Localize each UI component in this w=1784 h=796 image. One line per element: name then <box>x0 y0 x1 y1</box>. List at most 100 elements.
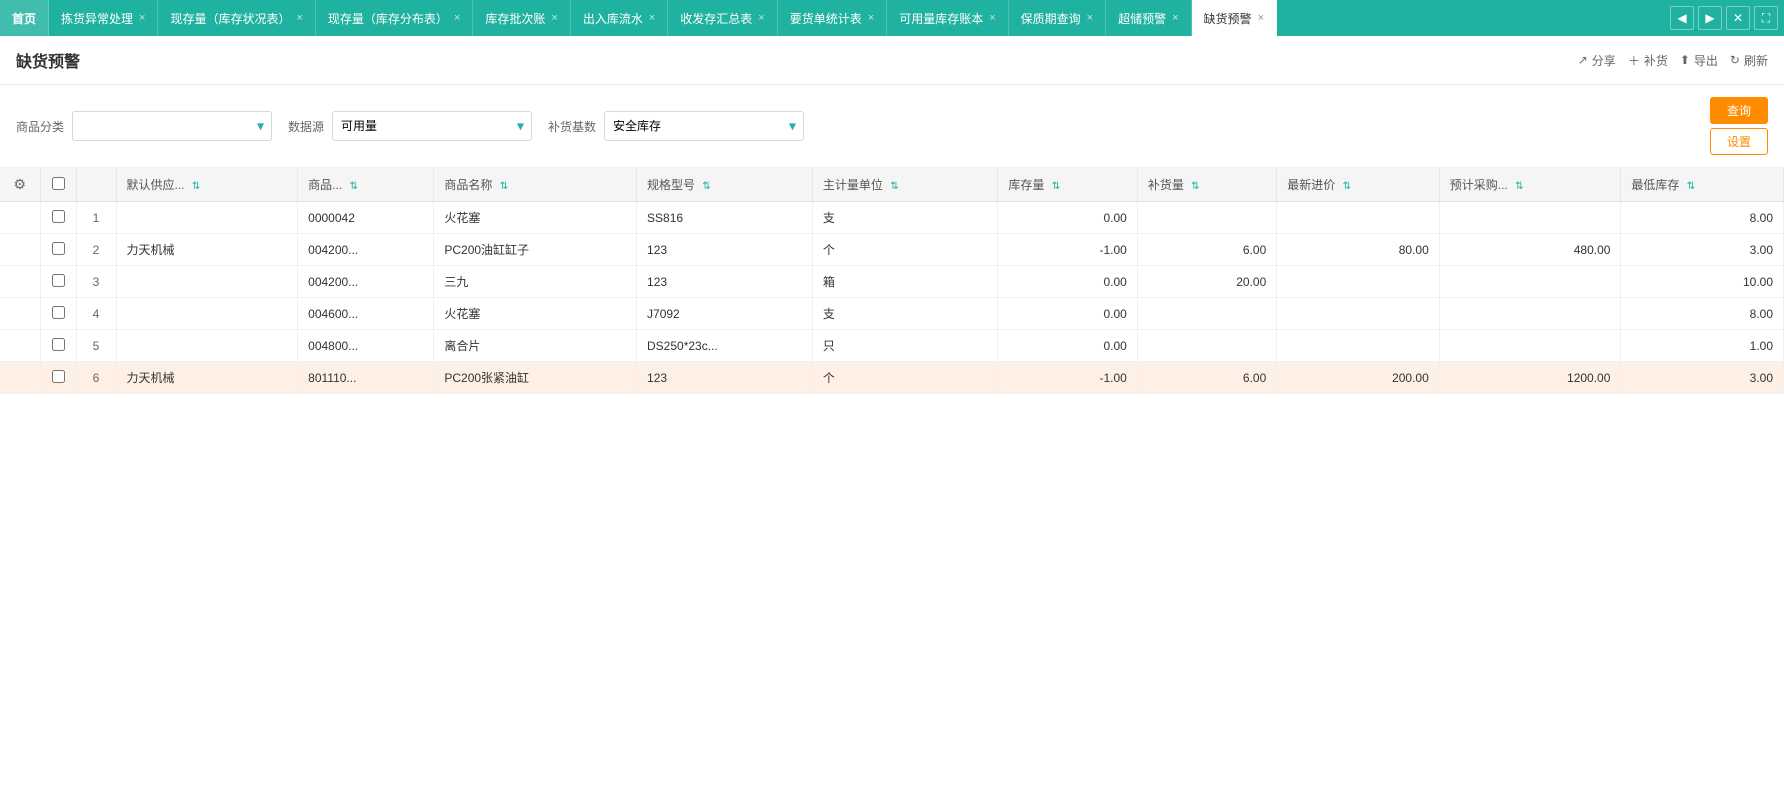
row-estimated-purchase <box>1439 330 1621 362</box>
col-min-stock-header[interactable]: 最低库存 ⇅ <box>1621 168 1784 202</box>
close-stock-status-tab[interactable]: × <box>296 12 302 24</box>
row-replenish-qty <box>1137 202 1276 234</box>
row-checkbox[interactable] <box>52 210 65 223</box>
datasource-select-wrapper: 可用量 <box>332 111 532 141</box>
select-all-checkbox[interactable] <box>52 177 65 190</box>
col-supplier-header[interactable]: 默认供应... ⇅ <box>116 168 298 202</box>
row-stock-qty: 0.00 <box>998 266 1137 298</box>
tab-overstock[interactable]: 超储预警 × <box>1106 0 1191 36</box>
close-in-out-flow-tab[interactable]: × <box>649 12 655 24</box>
close-overstock-tab[interactable]: × <box>1172 12 1178 24</box>
row-estimated-purchase <box>1439 266 1621 298</box>
tab-home[interactable]: 首页 <box>0 0 49 36</box>
row-spec: 123 <box>637 266 813 298</box>
row-latest-price: 80.00 <box>1277 234 1439 266</box>
query-button[interactable]: 查询 <box>1710 97 1768 124</box>
row-gear-cell <box>0 298 40 330</box>
replenish-base-label: 补货基数 <box>548 118 596 135</box>
estimated-purchase-sort-icon: ⇅ <box>1515 181 1523 192</box>
filter-actions: 查询 设置 <box>1710 97 1768 155</box>
col-index-header <box>76 168 116 202</box>
row-replenish-qty <box>1137 330 1276 362</box>
column-settings-icon[interactable]: ⚙ <box>13 176 26 192</box>
tab-batch-account[interactable]: 库存批次账 × <box>473 0 570 36</box>
close-stockout-tab[interactable]: × <box>1258 12 1264 24</box>
row-spec: J7092 <box>637 298 813 330</box>
row-unit: 箱 <box>812 266 997 298</box>
col-unit-header[interactable]: 主计量单位 ⇅ <box>812 168 997 202</box>
col-product-code-header[interactable]: 商品... ⇅ <box>298 168 434 202</box>
replenish-base-select[interactable]: 安全库存 <box>604 111 804 141</box>
row-spec: SS816 <box>637 202 813 234</box>
close-exception-tab[interactable]: × <box>139 12 145 24</box>
row-supplier <box>116 298 298 330</box>
tab-next-button[interactable]: ▶ <box>1698 6 1722 30</box>
unit-sort-icon: ⇅ <box>890 181 898 192</box>
col-stock-qty-header[interactable]: 库存量 ⇅ <box>998 168 1137 202</box>
close-stock-dist-tab[interactable]: × <box>454 12 460 24</box>
replenish-qty-sort-icon: ⇅ <box>1191 181 1199 192</box>
tab-expiry-query[interactable]: 保质期查询 × <box>1009 0 1106 36</box>
category-filter-group: 商品分类 <box>16 111 272 141</box>
tab-close-button[interactable]: ✕ <box>1726 6 1750 30</box>
row-unit: 支 <box>812 202 997 234</box>
tab-order-stats[interactable]: 要货单统计表 × <box>778 0 887 36</box>
row-min-stock: 1.00 <box>1621 330 1784 362</box>
tab-stock-status[interactable]: 现存量（库存状况表） × <box>158 0 315 36</box>
tab-in-out-flow[interactable]: 出入库流水 × <box>571 0 668 36</box>
col-replenish-qty-header[interactable]: 补货量 ⇅ <box>1137 168 1276 202</box>
replenish-base-filter-group: 补货基数 安全库存 <box>548 111 804 141</box>
row-product-code: 004200... <box>298 266 434 298</box>
row-index: 1 <box>76 202 116 234</box>
settings-button[interactable]: 设置 <box>1710 128 1768 155</box>
tab-receive-total[interactable]: 收发存汇总表 × <box>668 0 777 36</box>
row-latest-price <box>1277 202 1439 234</box>
refresh-button[interactable]: ↻ 刷新 <box>1730 52 1768 69</box>
close-batch-account-tab[interactable]: × <box>551 12 557 24</box>
row-replenish-qty: 20.00 <box>1137 266 1276 298</box>
row-replenish-qty: 6.00 <box>1137 362 1276 394</box>
row-index: 6 <box>76 362 116 394</box>
tab-exception[interactable]: 拣货异常处理 × <box>49 0 158 36</box>
close-receive-total-tab[interactable]: × <box>758 12 764 24</box>
row-supplier <box>116 202 298 234</box>
export-icon: ⬆ <box>1680 53 1690 67</box>
row-checkbox[interactable] <box>52 274 65 287</box>
close-available-ledger-tab[interactable]: × <box>989 12 995 24</box>
row-checkbox[interactable] <box>52 370 65 383</box>
tab-prev-button[interactable]: ◀ <box>1670 6 1694 30</box>
export-button[interactable]: ⬆ 导出 <box>1680 52 1718 69</box>
replenish-button[interactable]: ＋ 补货 <box>1628 52 1668 69</box>
refresh-icon: ↻ <box>1730 53 1740 67</box>
row-min-stock: 3.00 <box>1621 234 1784 266</box>
category-select[interactable] <box>72 111 272 141</box>
row-product-code: 004800... <box>298 330 434 362</box>
row-checkbox[interactable] <box>52 338 65 351</box>
tab-stockout[interactable]: 缺货预警 × <box>1192 0 1277 36</box>
spec-sort-icon: ⇅ <box>702 181 710 192</box>
share-button[interactable]: ↗ 分享 <box>1578 52 1616 69</box>
row-checkbox[interactable] <box>52 242 65 255</box>
row-min-stock: 10.00 <box>1621 266 1784 298</box>
tab-navigation: ◀ ▶ ✕ ⛶ <box>1664 6 1784 30</box>
close-expiry-query-tab[interactable]: × <box>1087 12 1093 24</box>
row-product-name: 离合片 <box>434 330 637 362</box>
row-checkbox[interactable] <box>52 306 65 319</box>
col-latest-price-header[interactable]: 最新进价 ⇅ <box>1277 168 1439 202</box>
close-order-stats-tab[interactable]: × <box>868 12 874 24</box>
row-product-name: 火花塞 <box>434 202 637 234</box>
table-row: 5 004800... 离合片 DS250*23c... 只 0.00 1.00 <box>0 330 1784 362</box>
tab-available-ledger[interactable]: 可用量库存账本 × <box>887 0 1008 36</box>
replenish-base-select-wrapper: 安全库存 <box>604 111 804 141</box>
col-spec-header[interactable]: 规格型号 ⇅ <box>637 168 813 202</box>
tab-bar: 首页 拣货异常处理 × 现存量（库存状况表） × 现存量（库存分布表） × 库存… <box>0 0 1784 36</box>
col-product-name-header[interactable]: 商品名称 ⇅ <box>434 168 637 202</box>
tab-fullscreen-button[interactable]: ⛶ <box>1754 6 1778 30</box>
row-gear-cell <box>0 266 40 298</box>
table-row: 4 004600... 火花塞 J7092 支 0.00 8.00 <box>0 298 1784 330</box>
filter-area: 商品分类 数据源 可用量 补货基数 安全库存 <box>0 85 1784 168</box>
product-code-sort-icon: ⇅ <box>350 181 358 192</box>
tab-stock-dist[interactable]: 现存量（库存分布表） × <box>316 0 473 36</box>
datasource-select[interactable]: 可用量 <box>332 111 532 141</box>
col-estimated-purchase-header[interactable]: 预计采购... ⇅ <box>1439 168 1621 202</box>
